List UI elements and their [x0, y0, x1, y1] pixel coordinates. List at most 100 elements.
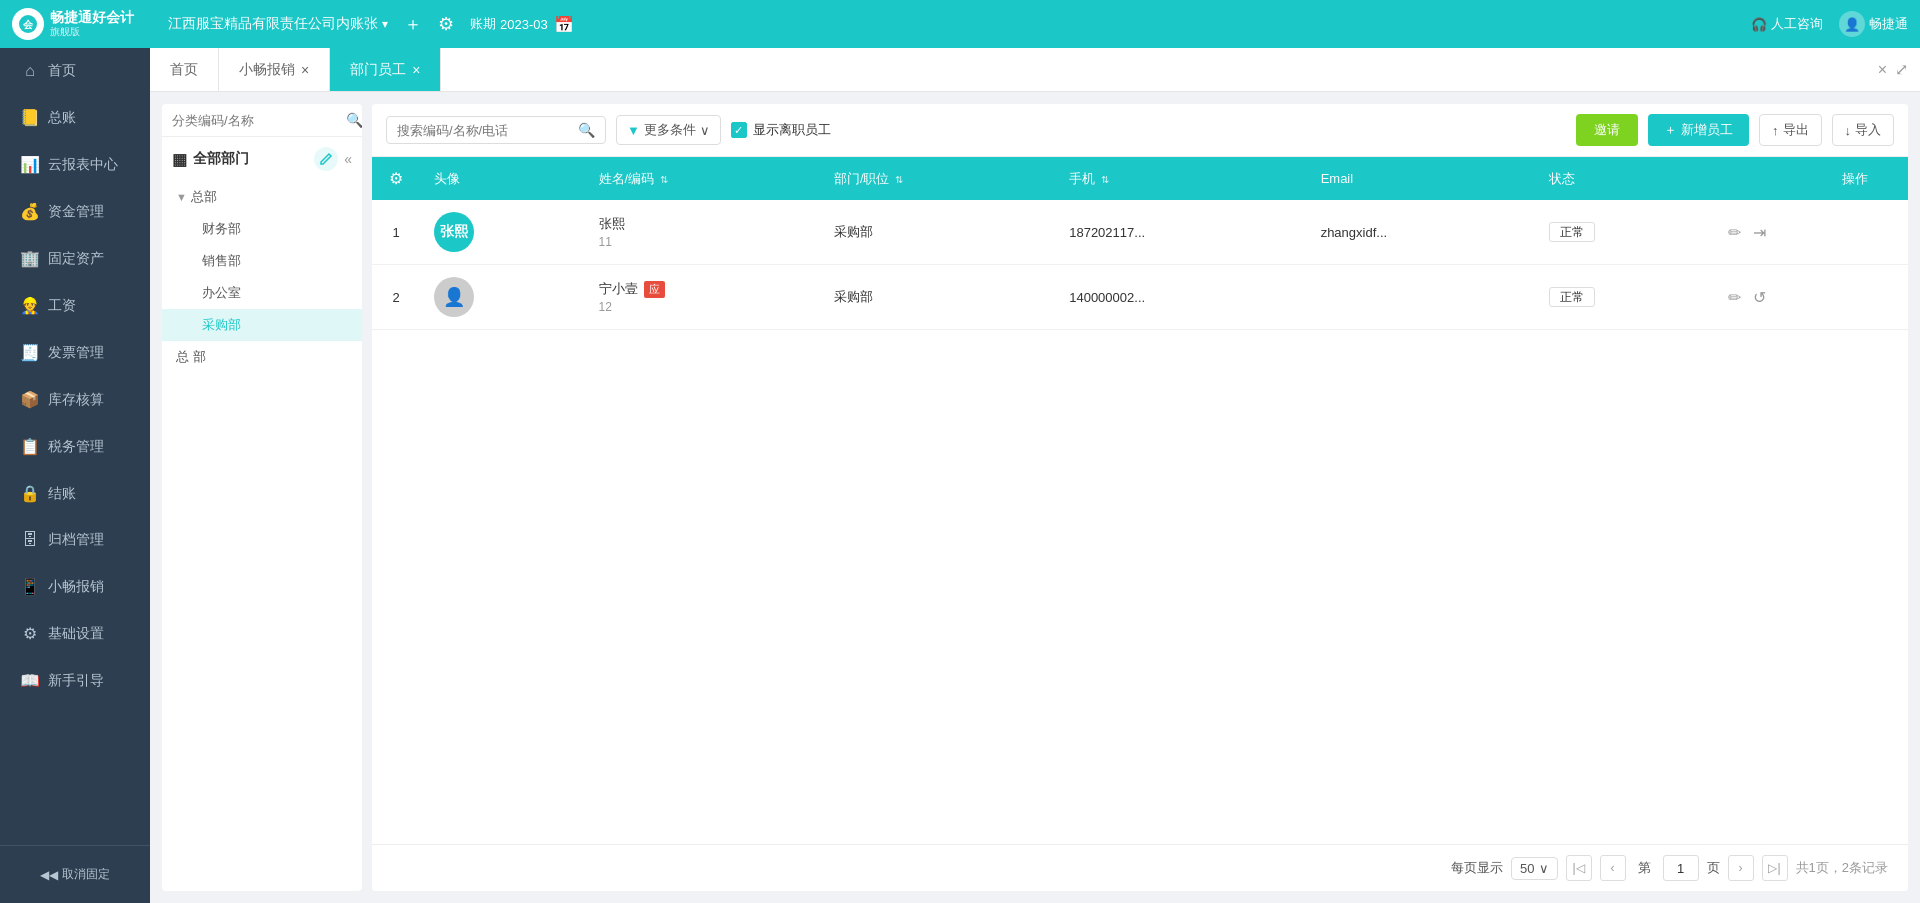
tab-expense-label: 小畅报销	[239, 61, 295, 79]
export-icon: ↑	[1772, 123, 1779, 138]
closing-icon: 🔒	[20, 484, 40, 503]
page-size-select[interactable]: 50 ∨	[1511, 857, 1557, 880]
dept-node-office[interactable]: 办公室	[162, 277, 362, 309]
sidebar-label-payroll: 工资	[48, 297, 76, 315]
tab-expense-close[interactable]: ×	[301, 63, 309, 77]
page-last-btn[interactable]: ▷|	[1762, 855, 1788, 881]
logout-icon[interactable]: ⇥	[1753, 223, 1766, 242]
sidebar-item-funds[interactable]: 💰 资金管理	[0, 188, 150, 235]
add-icon[interactable]: ＋	[404, 12, 422, 36]
dept-node-finance[interactable]: 财务部	[162, 213, 362, 245]
unfix-arrow-icon: ◀◀	[40, 868, 58, 882]
add-employee-btn[interactable]: ＋ 新增员工	[1648, 114, 1749, 146]
tab-employee[interactable]: 部门员工 ×	[330, 48, 441, 91]
sidebar-label-tax: 税务管理	[48, 438, 104, 456]
sidebar-item-inventory[interactable]: 📦 库存核算	[0, 376, 150, 423]
col-name[interactable]: 姓名/编码 ⇅	[585, 157, 820, 200]
dept-collapse-btn[interactable]: «	[344, 151, 352, 167]
filter-btn[interactable]: ▼ 更多条件 ∨	[616, 115, 721, 145]
dept-panel: 🔍 ▦ 全部部门 «	[162, 104, 362, 891]
service-label: 人工咨询	[1771, 15, 1823, 33]
page-first-btn[interactable]: |◁	[1566, 855, 1592, 881]
dept-office-label: 办公室	[202, 284, 241, 302]
dept-node-purchase[interactable]: 采购部	[162, 309, 362, 341]
sidebar-item-reports[interactable]: 📊 云报表中心	[0, 141, 150, 188]
sidebar-bottom: ◀◀ 取消固定	[0, 845, 150, 903]
dept-node-zongbu[interactable]: ▼ 总部	[162, 181, 362, 213]
tab-home[interactable]: 首页	[150, 48, 219, 91]
sidebar-item-expense[interactable]: 📱 小畅报销	[0, 563, 150, 610]
cell-index: 1	[372, 200, 420, 265]
dept-search-input[interactable]	[172, 113, 340, 128]
employee-search-icon[interactable]: 🔍	[578, 122, 595, 138]
sidebar-item-settings[interactable]: ⚙ 基础设置	[0, 610, 150, 657]
show-resigned-label[interactable]: ✓ 显示离职员工	[731, 121, 831, 139]
cell-action: ✏ ⇥	[1714, 200, 1908, 265]
edit-icon[interactable]: ✏	[1728, 288, 1741, 307]
table-row: 1张熙张熙11采购部187202117...zhangxidf...正常 ✏ ⇥	[372, 200, 1908, 265]
all-dept-label: 全部部门	[193, 150, 249, 168]
settings-icon[interactable]: ⚙	[438, 13, 454, 35]
logo-sub: 旗舰版	[50, 25, 134, 39]
page-prev-btn[interactable]: ‹	[1600, 855, 1626, 881]
home-icon: ⌂	[20, 62, 40, 80]
tab-bar: 首页 小畅报销 × 部门员工 × × ⤢	[150, 48, 1920, 92]
col-dept[interactable]: 部门/职位 ⇅	[820, 157, 1055, 200]
sidebar-item-assets[interactable]: 🏢 固定资产	[0, 235, 150, 282]
sidebar-item-tax[interactable]: 📋 税务管理	[0, 423, 150, 470]
dept-general-label: 总 部	[176, 348, 206, 366]
tab-expense[interactable]: 小畅报销 ×	[219, 48, 330, 91]
dropdown-icon[interactable]: ▾	[382, 17, 388, 31]
tab-close-btn[interactable]: ×	[1878, 61, 1887, 79]
dept-node-general[interactable]: 总 部	[162, 341, 362, 373]
sidebar-label-inventory: 库存核算	[48, 391, 104, 409]
dept-node-sales[interactable]: 销售部	[162, 245, 362, 277]
table-footer: 每页显示 50 ∨ |◁ ‹ 第 页 › ▷| 共1页，2条记录	[372, 844, 1908, 891]
service-btn[interactable]: 🎧 人工咨询	[1751, 15, 1823, 33]
sidebar-item-ledger[interactable]: 📒 总账	[0, 94, 150, 141]
sidebar-item-guide[interactable]: 📖 新手引导	[0, 657, 150, 704]
all-dept-btn[interactable]: ▦ 全部部门	[172, 150, 249, 169]
import-btn[interactable]: ↓ 导入	[1832, 114, 1895, 146]
export-btn[interactable]: ↑ 导出	[1759, 114, 1822, 146]
logo-text-group: 畅捷通好会计 旗舰版	[50, 9, 134, 40]
sidebar-label-home: 首页	[48, 62, 76, 80]
sidebar-label-archive: 归档管理	[48, 531, 104, 549]
col-phone[interactable]: 手机 ⇅	[1055, 157, 1306, 200]
sidebar-label-guide: 新手引导	[48, 672, 104, 690]
sidebar-item-archive[interactable]: 🗄 归档管理	[0, 517, 150, 563]
cell-name: 宁小壹应12	[585, 265, 820, 330]
tab-employee-close[interactable]: ×	[412, 63, 420, 77]
import-icon: ↓	[1845, 123, 1852, 138]
employee-search-box: 🔍	[386, 116, 606, 144]
sidebar-item-closing[interactable]: 🔒 结账	[0, 470, 150, 517]
sidebar-item-invoice[interactable]: 🧾 发票管理	[0, 329, 150, 376]
col-dept-sort-icon: ⇅	[895, 174, 903, 185]
user-btn[interactable]: 👤 畅捷通	[1839, 11, 1908, 37]
page-content: 🔍 ▦ 全部部门 «	[150, 92, 1920, 903]
page-next-btn[interactable]: ›	[1728, 855, 1754, 881]
period-value: 2023-03	[500, 17, 548, 32]
dept-edit-btn[interactable]	[314, 147, 338, 171]
show-resigned-checkbox[interactable]: ✓	[731, 122, 747, 138]
dept-tree: ▼ 总部 财务部 销售部 办公室 采购部	[162, 177, 362, 891]
show-resigned-text: 显示离职员工	[753, 121, 831, 139]
page-input[interactable]	[1663, 855, 1699, 881]
tab-expand-btn[interactable]: ⤢	[1895, 60, 1908, 79]
main-layout: ⌂ 首页 📒 总账 📊 云报表中心 💰 资金管理 🏢 固定资产 👷 工资 🧾 发…	[0, 48, 1920, 903]
page-size-value: 50	[1520, 861, 1534, 876]
cell-index: 2	[372, 265, 420, 330]
sidebar-item-payroll[interactable]: 👷 工资	[0, 282, 150, 329]
logout-icon[interactable]: ↺	[1753, 288, 1766, 307]
invite-btn[interactable]: 邀请	[1576, 114, 1638, 146]
logo-title: 畅捷通好会计	[50, 9, 134, 26]
employee-search-input[interactable]	[397, 123, 572, 138]
unfix-btn[interactable]: ◀◀ 取消固定	[0, 858, 150, 891]
gear-icon[interactable]: ⚙	[389, 170, 403, 187]
col-dept-label: 部门/职位	[834, 171, 890, 186]
settings-sidebar-icon: ⚙	[20, 624, 40, 643]
calendar-icon[interactable]: 📅	[554, 15, 574, 34]
edit-icon[interactable]: ✏	[1728, 223, 1741, 242]
dept-search-icon[interactable]: 🔍	[346, 112, 362, 128]
sidebar-item-home[interactable]: ⌂ 首页	[0, 48, 150, 94]
